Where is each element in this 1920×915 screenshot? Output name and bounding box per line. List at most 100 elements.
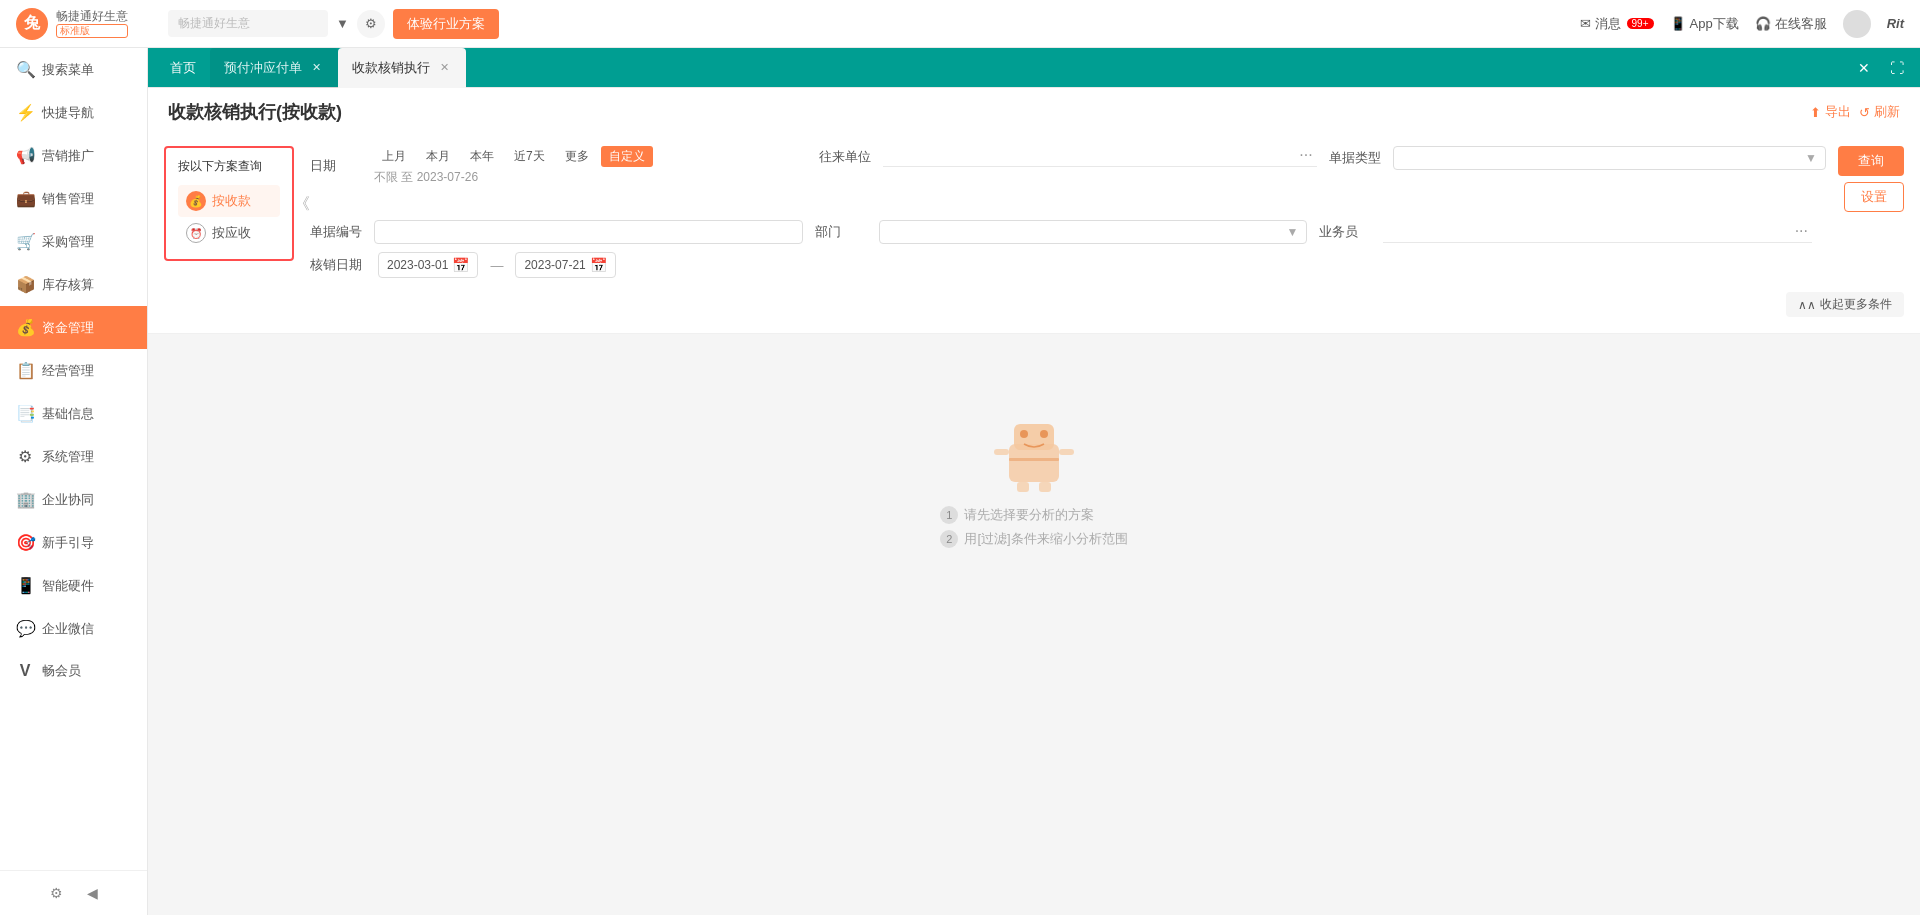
tab-prepay-close[interactable]: ✕ bbox=[308, 60, 324, 76]
sidebar-item-quick-nav[interactable]: ⚡ 快捷导航 bbox=[0, 91, 147, 134]
page-title: 收款核销执行(按收款) bbox=[168, 100, 342, 124]
basic-info-icon: 📑 bbox=[16, 404, 34, 423]
sidebar-item-funds[interactable]: 💰 资金管理 bbox=[0, 306, 147, 349]
counterparty-dots[interactable]: ··· bbox=[1295, 146, 1316, 164]
sidebar-item-hardware[interactable]: 📱 智能硬件 bbox=[0, 564, 147, 607]
tab-receipt-close[interactable]: ✕ bbox=[436, 60, 452, 76]
filter-cell-docno: 单据编号 bbox=[310, 220, 803, 244]
message-btn[interactable]: ✉ 消息 99+ bbox=[1580, 15, 1654, 33]
filter-collapse-arrow[interactable]: 《 bbox=[294, 193, 310, 214]
svg-rect-1 bbox=[1014, 424, 1054, 450]
operations-icon: 📋 bbox=[16, 361, 34, 380]
calendar-end-icon: 📅 bbox=[590, 257, 607, 273]
sidebar-bottom: ⚙ ◀ bbox=[0, 870, 147, 915]
calendar-start-icon: 📅 bbox=[452, 257, 469, 273]
purchase-icon: 🛒 bbox=[16, 232, 34, 251]
sidebar-item-system[interactable]: ⚙ 系统管理 bbox=[0, 435, 147, 478]
tab-bar-right: ✕ ⛶ bbox=[1850, 56, 1912, 80]
query-button[interactable]: 查询 bbox=[1838, 146, 1904, 176]
sidebar-item-marketing[interactable]: 📢 营销推广 bbox=[0, 134, 147, 177]
svg-rect-5 bbox=[1059, 449, 1074, 455]
filter-cell-doctype: 单据类型 ▼ bbox=[1329, 146, 1826, 170]
sidebar-item-sales[interactable]: 💼 销售管理 bbox=[0, 177, 147, 220]
tab-receipt[interactable]: 收款核销执行 ✕ bbox=[338, 48, 466, 88]
collapse-more-button[interactable]: ∧∧ 收起更多条件 bbox=[1786, 292, 1904, 317]
date-label: 日期 bbox=[310, 157, 366, 175]
counterparty-label: 往来单位 bbox=[819, 148, 875, 166]
inventory-icon: 📦 bbox=[16, 275, 34, 294]
tab-expand-btn[interactable]: ⛶ bbox=[1882, 56, 1912, 80]
writeoff-end-input[interactable]: 2023-07-21 📅 bbox=[515, 252, 615, 278]
tab-prepay[interactable]: 预付冲应付单 ✕ bbox=[210, 48, 338, 88]
app-name: 畅捷通好生意 bbox=[56, 9, 128, 23]
sidebar-item-member[interactable]: V 畅会员 bbox=[0, 650, 147, 692]
date-btn-custom[interactable]: 自定义 bbox=[601, 146, 653, 167]
writeoff-start-input[interactable]: 2023-03-01 📅 bbox=[378, 252, 478, 278]
docno-input[interactable] bbox=[374, 220, 803, 244]
filter-cell-salesperson: 业务员 ··· bbox=[1319, 222, 1812, 243]
sidebar-item-label: 智能硬件 bbox=[42, 577, 94, 595]
sidebar-settings-btn[interactable]: ⚙ bbox=[40, 879, 73, 907]
filter-actions: 查询 设置 bbox=[1838, 146, 1904, 212]
app-download-btn[interactable]: 📱 App下载 bbox=[1670, 15, 1739, 33]
industry-solution-button[interactable]: 体验行业方案 bbox=[393, 9, 499, 39]
member-icon: V bbox=[16, 662, 34, 680]
sidebar-item-enterprise[interactable]: 🏢 企业协同 bbox=[0, 478, 147, 521]
salesperson-label: 业务员 bbox=[1319, 223, 1375, 241]
tab-bar: 首页 预付冲应付单 ✕ 收款核销执行 ✕ ✕ ⛶ bbox=[148, 48, 1920, 88]
svg-rect-4 bbox=[994, 449, 1009, 455]
by-receivable-icon: ⏰ bbox=[186, 223, 206, 243]
top-header: 兔 畅捷通好生意 标准版 畅捷通好生意 ▼ ⚙ 体验行业方案 ✉ 消息 99+ … bbox=[0, 0, 1920, 48]
online-service-label: 在线客服 bbox=[1775, 15, 1827, 33]
filter-settings-button[interactable]: 设置 bbox=[1844, 182, 1904, 212]
empty-step-1-text: 请先选择要分析的方案 bbox=[964, 506, 1094, 524]
phone-icon: 📱 bbox=[1670, 16, 1686, 31]
export-button[interactable]: ⬆ 导出 bbox=[1810, 103, 1851, 121]
sidebar-item-label: 经营管理 bbox=[42, 362, 94, 380]
tab-close-all-btn[interactable]: ✕ bbox=[1850, 56, 1878, 80]
filter-cell-dept: 部门 ▼ bbox=[815, 220, 1308, 244]
sidebar-collapse-btn[interactable]: ◀ bbox=[77, 879, 108, 907]
header-right: ✉ 消息 99+ 📱 App下载 🎧 在线客服 Rit bbox=[1580, 10, 1904, 38]
search-menu-icon: 🔍 bbox=[16, 60, 34, 79]
app-logo-icon: 兔 bbox=[16, 8, 48, 40]
online-service-btn[interactable]: 🎧 在线客服 bbox=[1755, 15, 1827, 33]
app-edition: 标准版 bbox=[56, 24, 128, 38]
funds-icon: 💰 bbox=[16, 318, 34, 337]
date-btn-7days[interactable]: 近7天 bbox=[506, 146, 553, 167]
date-btn-last-month[interactable]: 上月 bbox=[374, 146, 414, 167]
marketing-icon: 📢 bbox=[16, 146, 34, 165]
header-settings-btn[interactable]: ⚙ bbox=[357, 10, 385, 38]
sidebar-item-label: 系统管理 bbox=[42, 448, 94, 466]
salesperson-input[interactable] bbox=[1383, 222, 1790, 240]
sidebar-item-basic-info[interactable]: 📑 基础信息 bbox=[0, 392, 147, 435]
dept-label: 部门 bbox=[815, 223, 871, 241]
filter-by-receipt[interactable]: 💰 按收款 bbox=[178, 185, 280, 217]
counterparty-input[interactable] bbox=[883, 146, 1295, 164]
date-btn-more[interactable]: 更多 bbox=[557, 146, 597, 167]
salesperson-dots[interactable]: ··· bbox=[1791, 222, 1812, 240]
page-header: 收款核销执行(按收款) ⬆ 导出 ↺ 刷新 bbox=[148, 88, 1920, 134]
refresh-button[interactable]: ↺ 刷新 bbox=[1859, 103, 1900, 121]
sidebar-item-purchase[interactable]: 🛒 采购管理 bbox=[0, 220, 147, 263]
sidebar-item-label: 基础信息 bbox=[42, 405, 94, 423]
docno-label: 单据编号 bbox=[310, 223, 366, 241]
sidebar-item-label: 快捷导航 bbox=[42, 104, 94, 122]
date-btn-this-month[interactable]: 本月 bbox=[418, 146, 458, 167]
sidebar-item-wecom[interactable]: 💬 企业微信 bbox=[0, 607, 147, 650]
user-avatar[interactable] bbox=[1843, 10, 1871, 38]
by-receipt-label: 按收款 bbox=[212, 192, 251, 210]
tab-home[interactable]: 首页 bbox=[156, 48, 210, 88]
header-dropdown-btn[interactable]: ▼ bbox=[336, 16, 349, 31]
sidebar-item-guide[interactable]: 🎯 新手引导 bbox=[0, 521, 147, 564]
sidebar-item-inventory[interactable]: 📦 库存核算 bbox=[0, 263, 147, 306]
sidebar-item-search-menu[interactable]: 🔍 搜索菜单 bbox=[0, 48, 147, 91]
empty-steps: 1 请先选择要分析的方案 2 用[过滤]条件来缩小分析范围 bbox=[940, 506, 1127, 548]
export-icon: ⬆ bbox=[1810, 105, 1821, 120]
sidebar-item-operations[interactable]: 📋 经营管理 bbox=[0, 349, 147, 392]
writeoff-start-value: 2023-03-01 bbox=[387, 258, 448, 272]
filter-by-receivable[interactable]: ⏰ 按应收 bbox=[178, 217, 280, 249]
svg-rect-7 bbox=[1039, 482, 1051, 492]
message-badge: 99+ bbox=[1627, 18, 1654, 29]
date-btn-this-year[interactable]: 本年 bbox=[462, 146, 502, 167]
